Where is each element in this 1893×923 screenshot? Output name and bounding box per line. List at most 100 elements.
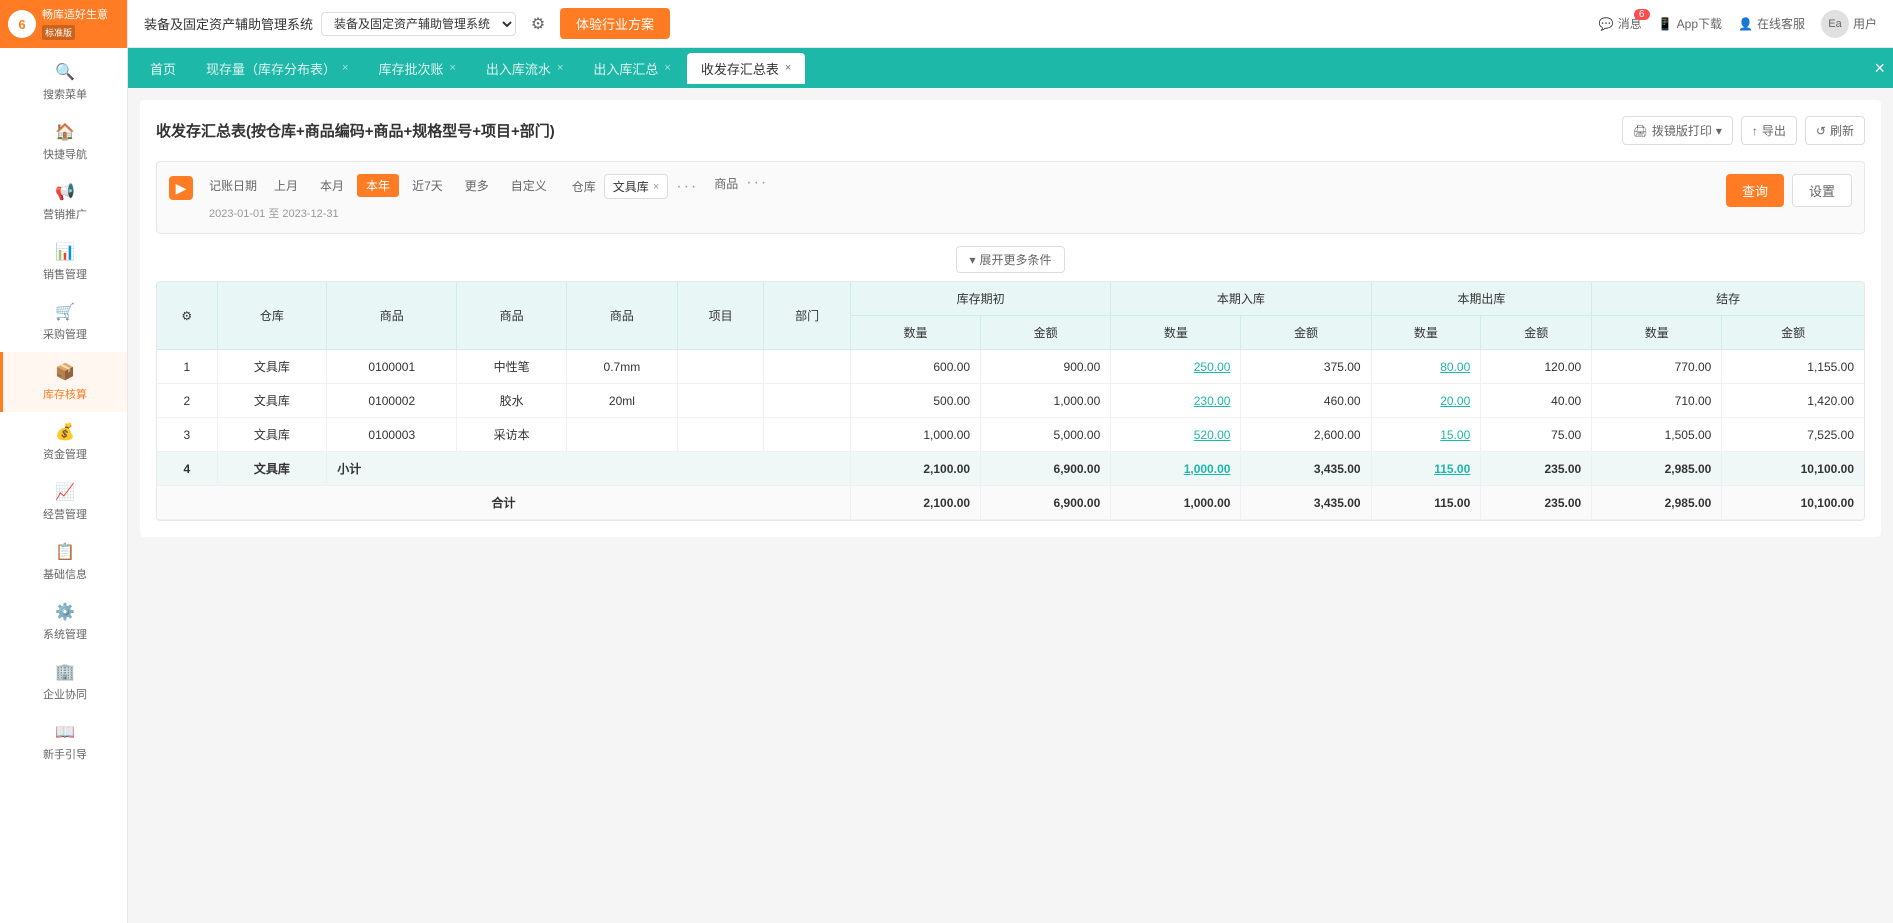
chevron-down-icon: ▾ [969, 253, 975, 267]
row-opening-qty: 600.00 [850, 350, 980, 384]
th-out-amt: 金额 [1481, 316, 1592, 350]
print-chevron: ▾ [1716, 124, 1722, 138]
date-option-this-year[interactable]: 本年 [357, 174, 399, 197]
row-in-qty[interactable]: 230.00 [1111, 384, 1241, 418]
tab-stock-summary[interactable]: 收发存汇总表 × [687, 53, 805, 84]
warehouse-tag-close[interactable]: × [653, 181, 659, 193]
sidebar-item-quicknav[interactable]: 🏠 快捷导航 [0, 112, 127, 172]
total-in-qty: 1,000.00 [1111, 486, 1241, 520]
subtotal-warehouse: 文具库 [217, 452, 327, 486]
th-dept: 部门 [764, 282, 851, 350]
tab-inventory-dist-close[interactable]: × [342, 62, 348, 74]
refresh-icon: ↺ [1816, 124, 1826, 138]
date-option-last-month[interactable]: 上月 [265, 174, 307, 197]
tab-io-summary[interactable]: 出入库汇总 × [579, 53, 684, 84]
th-goods-name: 商品 [457, 282, 567, 350]
sidebar-item-finance[interactable]: 💰 资金管理 [0, 412, 127, 472]
row-out-qty[interactable]: 80.00 [1371, 350, 1481, 384]
sidebar-item-search[interactable]: 🔍 搜索菜单 [0, 52, 127, 112]
row-out-qty[interactable]: 20.00 [1371, 384, 1481, 418]
row-opening-amt: 5,000.00 [981, 418, 1111, 452]
date-option-this-month[interactable]: 本月 [311, 174, 353, 197]
expand-conditions-button[interactable]: ▾ 展开更多条件 [956, 246, 1064, 273]
filter-toggle[interactable]: ▶ [169, 176, 193, 200]
row-opening-qty: 500.00 [850, 384, 980, 418]
row-balance-qty: 770.00 [1592, 350, 1722, 384]
export-button[interactable]: ↑ 导出 [1741, 116, 1797, 145]
sidebar-item-inventory[interactable]: 📦 库存核算 [0, 352, 127, 412]
row-in-qty[interactable]: 250.00 [1111, 350, 1241, 384]
sidebar-item-enterprise[interactable]: 🏢 企业协同 [0, 652, 127, 712]
row-warehouse: 文具库 [217, 350, 327, 384]
sidebar-item-sales[interactable]: 📊 销售管理 [0, 232, 127, 292]
expand-row: ▾ 展开更多条件 [156, 246, 1865, 273]
enterprise-icon: 🏢 [55, 662, 75, 682]
sidebar-item-operations[interactable]: 📈 经营管理 [0, 472, 127, 532]
row-balance-amt: 1,420.00 [1722, 384, 1864, 418]
tab-io-flow-close[interactable]: × [557, 62, 563, 74]
app-download-label: App下载 [1677, 15, 1722, 32]
subtotal-in-qty[interactable]: 1,000.00 [1111, 452, 1241, 486]
th-balance-amt: 金额 [1722, 316, 1864, 350]
sidebar-item-system[interactable]: ⚙️ 系统管理 [0, 592, 127, 652]
messages-button[interactable]: 💬 消息 6 [1599, 15, 1642, 32]
row-dept [764, 418, 851, 452]
user-menu[interactable]: Ea 用户 [1821, 10, 1877, 38]
row-in-amt: 460.00 [1241, 384, 1371, 418]
tab-home[interactable]: 首页 [136, 53, 190, 84]
page-title-bar: 收发存汇总表(按仓库+商品编码+商品+规格型号+项目+部门) 🖨 拨镜版打印 ▾… [156, 116, 1865, 145]
sidebar: 6 畅库适好生意 标准版 🔍 搜索菜单 🏠 快捷导航 📢 营销推广 📊 [0, 0, 128, 923]
sidebar-item-label: 采购管理 [43, 326, 87, 342]
row-opening-amt: 900.00 [981, 350, 1111, 384]
row-warehouse: 文具库 [217, 418, 327, 452]
tab-stock-summary-close[interactable]: × [785, 62, 791, 74]
refresh-button[interactable]: ↺ 刷新 [1805, 116, 1865, 145]
row-in-qty[interactable]: 520.00 [1111, 418, 1241, 452]
subtotal-out-qty[interactable]: 115.00 [1371, 452, 1481, 486]
sidebar-item-base[interactable]: 📋 基础信息 [0, 532, 127, 592]
tab-inventory-dist[interactable]: 现存量（库存分布表） × [192, 53, 362, 84]
th-warehouse: 仓库 [217, 282, 327, 350]
operations-icon: 📈 [55, 482, 75, 502]
topbar: 装备及固定资产辅助管理系统 装备及固定资产辅助管理系统 ⚙ 体验行业方案 💬 消… [128, 0, 1893, 48]
row-out-qty[interactable]: 15.00 [1371, 418, 1481, 452]
tab-batch-ledger[interactable]: 库存批次账 × [364, 53, 469, 84]
print-button[interactable]: 🖨 拨镜版打印 ▾ [1622, 116, 1733, 145]
system-select[interactable]: 装备及固定资产辅助管理系统 [321, 12, 516, 36]
sidebar-item-marketing[interactable]: 📢 营销推广 [0, 172, 127, 232]
filter-date-section: 记账日期 上月 本月 本年 近7天 更多 自定义 2023-01-01 至 20… [209, 174, 556, 221]
sales-icon: 📊 [55, 242, 75, 262]
settings-button[interactable]: 设置 [1792, 174, 1852, 207]
row-dept [764, 384, 851, 418]
date-option-custom[interactable]: 自定义 [502, 174, 556, 197]
date-option-7days[interactable]: 近7天 [403, 174, 452, 197]
tab-io-summary-close[interactable]: × [664, 62, 670, 74]
topbar-left: 装备及固定资产辅助管理系统 装备及固定资产辅助管理系统 ⚙ 体验行业方案 [144, 8, 670, 39]
row-warehouse: 文具库 [217, 384, 327, 418]
logo-icon: 6 [8, 10, 36, 38]
row-opening-qty: 1,000.00 [850, 418, 980, 452]
tab-batch-ledger-label: 库存批次账 [378, 59, 443, 78]
goods-more-btn[interactable]: ··· [746, 174, 768, 192]
online-service-label: 在线客服 [1757, 15, 1805, 32]
tabbar-close[interactable]: × [1874, 58, 1885, 79]
mobile-icon: 📱 [1658, 17, 1673, 31]
row-goods-spec [566, 418, 677, 452]
row-goods-name: 采访本 [457, 418, 567, 452]
online-service-button[interactable]: 👤 在线客服 [1738, 15, 1805, 32]
app-download-button[interactable]: 📱 App下载 [1658, 15, 1722, 32]
tab-batch-ledger-close[interactable]: × [449, 62, 455, 74]
export-icon: ↑ [1752, 124, 1758, 138]
sidebar-item-guide[interactable]: 📖 新手引导 [0, 712, 127, 772]
trial-button[interactable]: 体验行业方案 [560, 8, 670, 39]
gear-button[interactable]: ⚙ [524, 10, 552, 38]
refresh-label: 刷新 [1830, 122, 1854, 139]
th-gear[interactable]: ⚙ [157, 282, 217, 350]
query-button[interactable]: 查询 [1726, 174, 1784, 207]
date-option-more[interactable]: 更多 [456, 174, 498, 197]
tab-io-flow-label: 出入库流水 [486, 59, 551, 78]
warehouse-more-btn[interactable]: ··· [676, 178, 698, 196]
sidebar-item-purchase[interactable]: 🛒 采购管理 [0, 292, 127, 352]
tab-io-flow[interactable]: 出入库流水 × [472, 53, 577, 84]
print-label: 拨镜版打印 [1652, 122, 1712, 139]
